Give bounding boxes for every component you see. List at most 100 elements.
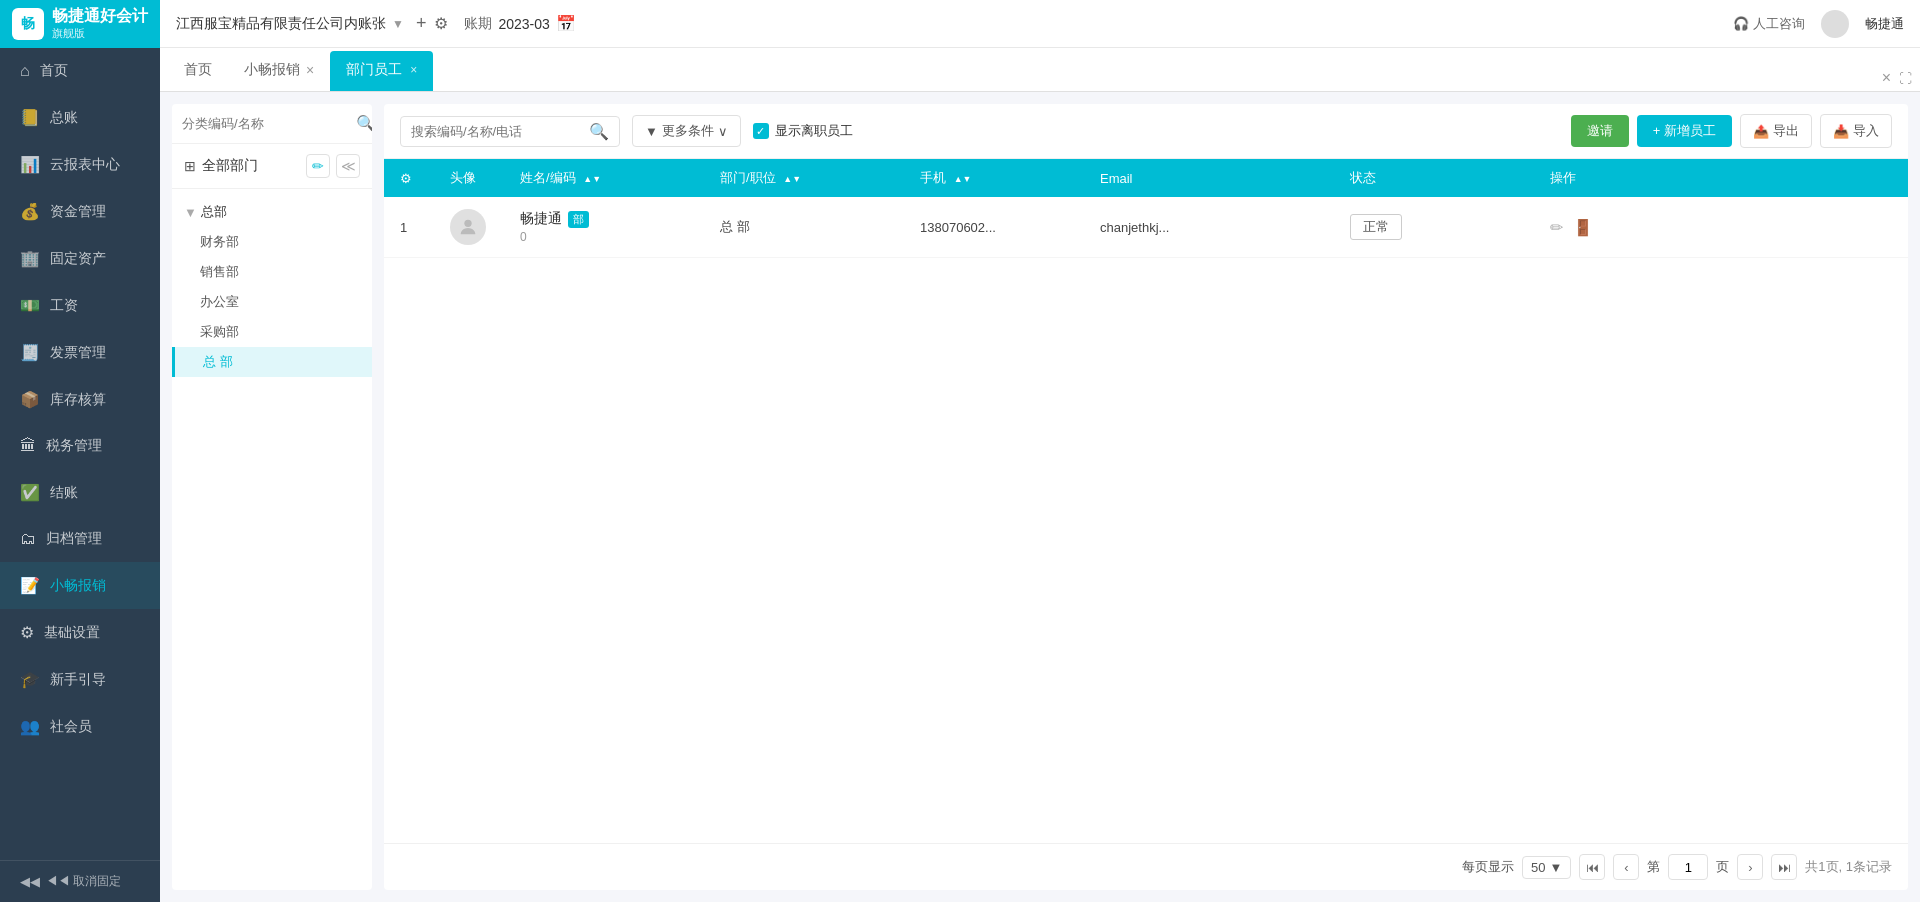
reports-icon: 📊 [20,155,40,174]
employee-search-input[interactable] [411,124,583,139]
pin-button[interactable]: ◀◀ ◀◀ 取消固定 [0,860,160,902]
export-label: 导出 [1773,122,1799,140]
dept-add-icon: ✏ [312,158,324,174]
col-actions: 操作 [1534,159,1908,197]
sidebar-item-settings[interactable]: ⚙ 基础设置 [0,609,160,656]
top-header: 畅 畅捷通好会计 旗舰版 江西服宝精品有限责任公司内账张 ▼ + ⚙ 账期 20… [0,0,1920,48]
sidebar-item-ledger[interactable]: 📒 总账 [0,94,160,141]
dept-search-icon[interactable]: 🔍 [356,114,372,133]
invite-button[interactable]: 邀请 [1571,115,1629,147]
show-resigned-toggle[interactable]: ✓ 显示离职员工 [753,122,853,140]
per-page-value: 50 [1531,860,1545,875]
sidebar-item-member[interactable]: 👥 社会员 [0,703,160,750]
sidebar-item-home[interactable]: ⌂ 首页 [0,48,160,94]
col-status: 状态 [1334,159,1534,197]
table-header-row: ⚙ 头像 姓名/编码 ▲▼ 部门/职位 [384,159,1908,197]
page-prev-button[interactable]: ‹ [1613,854,1639,880]
archive-icon: 🗂 [20,530,36,548]
sidebar-item-salary[interactable]: 💵 工资 [0,282,160,329]
dept-node-finance[interactable]: 财务部 [172,227,372,257]
sidebar-item-invoice[interactable]: 🧾 发票管理 [0,329,160,376]
dept-node-purchase[interactable]: 采购部 [172,317,372,347]
dept-node-hq-dept[interactable]: 总 部 [172,347,372,377]
sidebar-label-inventory: 库存核算 [50,391,106,409]
more-filter-button[interactable]: ▼ 更多条件 ∨ [632,115,741,147]
filter-label: 更多条件 [662,122,714,140]
sort-phone-icon: ▲▼ [954,175,972,184]
sidebar-item-expense[interactable]: 📝 小畅报销 [0,562,160,609]
sidebar-item-close[interactable]: ✅ 结账 [0,469,160,516]
grid-icon: ⊞ [184,158,196,174]
page-next-button[interactable]: › [1737,854,1763,880]
add-employee-button[interactable]: + 新增员工 [1637,115,1732,147]
page-label: 第 [1647,858,1660,876]
tab-expense[interactable]: 小畅报销 × [228,51,330,91]
expand-tab-icon[interactable]: ⛶ [1899,71,1912,86]
export-icon: 📤 [1753,124,1769,139]
page-last-button[interactable]: ⏭ [1771,854,1797,880]
tab-home-label: 首页 [184,61,212,79]
dept-node-office[interactable]: 办公室 [172,287,372,317]
sort-dept-icon: ▲▼ [783,175,801,184]
col-name-code[interactable]: 姓名/编码 ▲▼ [504,159,704,197]
per-page-select[interactable]: 50 ▼ [1522,856,1571,879]
support-button[interactable]: 🎧 人工咨询 [1733,15,1805,33]
dept-collapse-button[interactable]: ≪ [336,154,360,178]
expense-icon: 📝 [20,576,40,595]
company-arrow-icon: ▼ [392,17,404,31]
col-email: Email [1084,159,1334,197]
tab-dept-close-icon[interactable]: × [410,63,417,77]
tab-expense-close-icon[interactable]: × [306,62,314,78]
settings-icon[interactable]: ⚙ [434,14,448,33]
calendar-icon[interactable]: 📅 [556,14,576,33]
sidebar-label-settings: 基础设置 [44,624,100,642]
pagination-bar: 每页显示 50 ▼ ⏮ ‹ 第 页 › ⏭ 共1页, 1条记录 [384,843,1908,890]
logo-icon: 畅 [12,8,44,40]
sidebar-label-invoice: 发票管理 [50,344,106,362]
inventory-icon: 📦 [20,390,40,409]
dept-panel: 🔍 ⊞ 全部部门 ✏ ≪ [172,104,372,890]
cell-email: chanjethkj... [1084,197,1334,258]
import-button[interactable]: 📥 导入 [1820,114,1892,148]
sidebar-item-archive[interactable]: 🗂 归档管理 [0,516,160,562]
dept-search-input[interactable] [182,116,350,131]
edit-icon[interactable]: ✏ [1550,218,1563,237]
dept-node-sales[interactable]: 销售部 [172,257,372,287]
close-period-icon: ✅ [20,483,40,502]
user-name[interactable]: 畅捷通 [1865,15,1904,33]
all-dept-label: 全部部门 [202,157,258,175]
tab-home[interactable]: 首页 [168,51,228,91]
employee-search-icon[interactable]: 🔍 [589,122,609,141]
sidebar-label-tax: 税务管理 [46,437,102,455]
tab-bar-actions: × ⛶ [1882,69,1912,91]
dept-add-button[interactable]: ✏ [306,154,330,178]
export-button[interactable]: 📤 导出 [1740,114,1812,148]
col-dept-position[interactable]: 部门/职位 ▲▼ [704,159,904,197]
sidebar-item-assets[interactable]: 🏢 固定资产 [0,235,160,282]
sidebar-item-tax[interactable]: 🏛 税务管理 [0,423,160,469]
col-phone[interactable]: 手机 ▲▼ [904,159,1084,197]
sidebar-item-inventory[interactable]: 📦 库存核算 [0,376,160,423]
employee-name: 畅捷通 [520,210,562,228]
close-tab-icon[interactable]: × [1882,69,1891,87]
sidebar-label-expense: 小畅报销 [50,577,106,595]
logout-icon[interactable]: 🚪 [1573,218,1593,237]
filter-icon: ▼ [645,124,658,139]
tab-dept-employee[interactable]: 部门员工 × [330,51,433,91]
add-tab-icon[interactable]: + [416,13,427,34]
employee-avatar [450,209,486,245]
company-selector[interactable]: 江西服宝精品有限责任公司内账张 ▼ [176,15,404,33]
tab-dept-label: 部门员工 [346,61,402,79]
sidebar-item-guide[interactable]: 🎓 新手引导 [0,656,160,703]
dept-node-parent-hq[interactable]: ▼ 总部 [172,197,372,227]
page-input[interactable] [1668,854,1708,880]
col-settings[interactable]: ⚙ [384,159,434,197]
dept-search-area: 🔍 [172,104,372,144]
employee-table-container: ⚙ 头像 姓名/编码 ▲▼ 部门/职位 [384,159,1908,843]
logo-text-group: 畅捷通好会计 旗舰版 [52,6,148,40]
cell-actions: ✏ 🚪 [1534,197,1908,258]
sidebar-item-reports[interactable]: 📊 云报表中心 [0,141,160,188]
page-first-button[interactable]: ⏮ [1579,854,1605,880]
sidebar-item-funds[interactable]: 💰 资金管理 [0,188,160,235]
total-label: 共1页, 1条记录 [1805,858,1892,876]
